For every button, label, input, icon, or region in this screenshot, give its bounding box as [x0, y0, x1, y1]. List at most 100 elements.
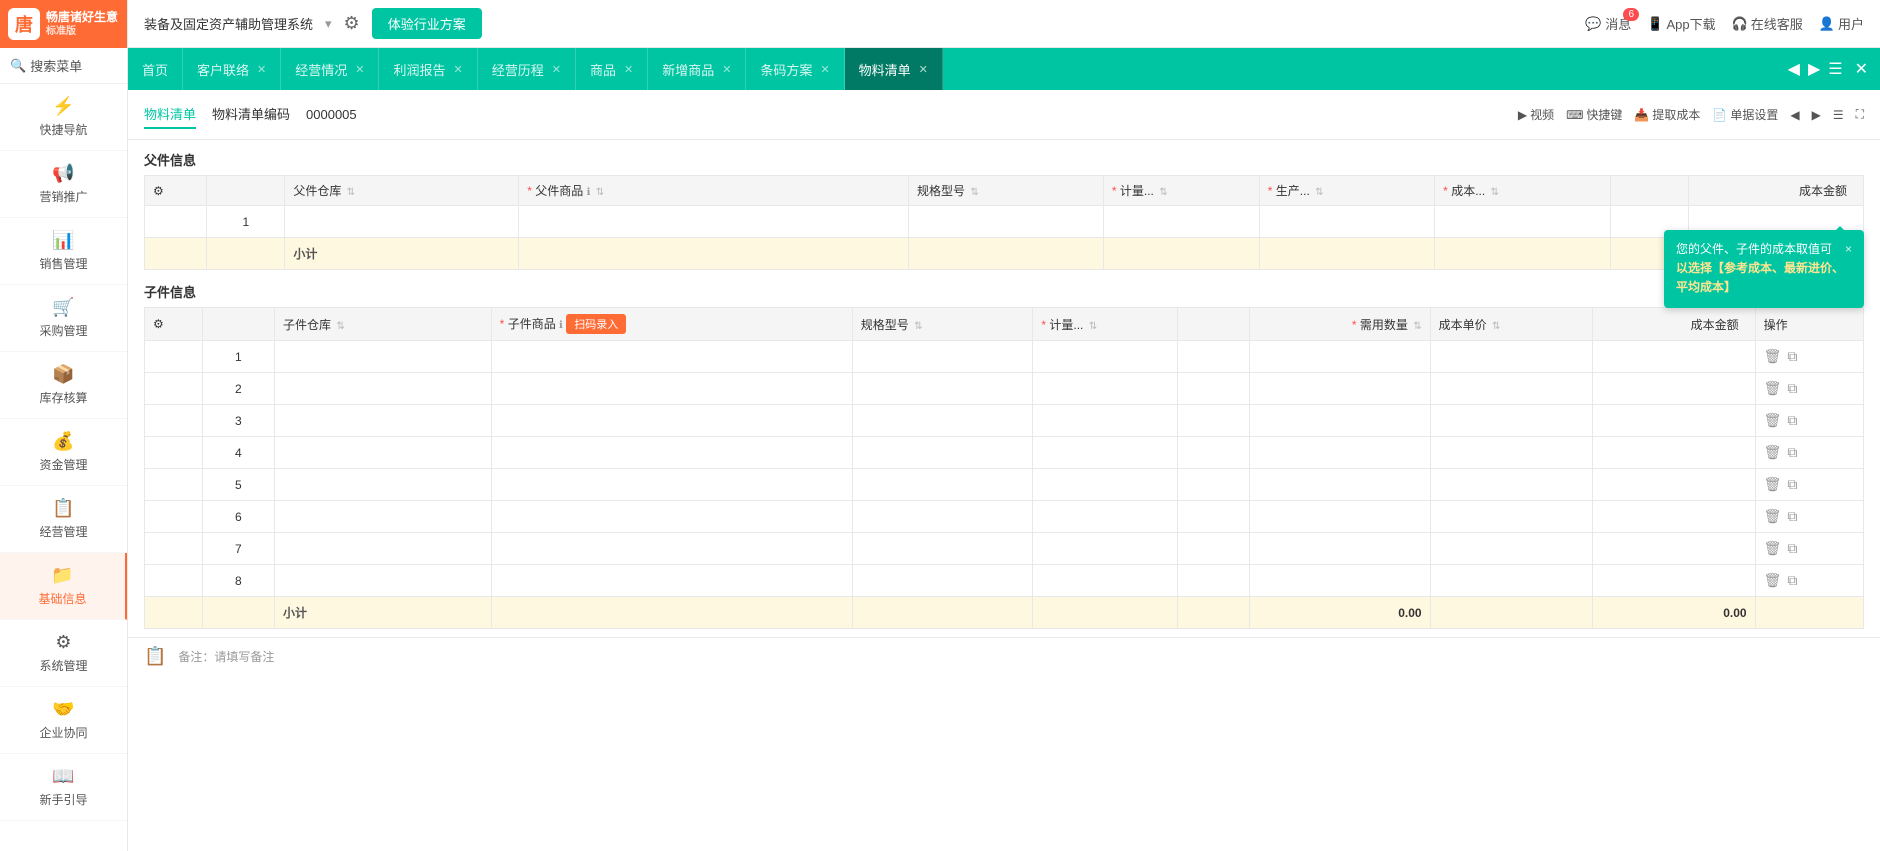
- child-row6-unit-price[interactable]: [1430, 501, 1593, 533]
- shortcut-btn[interactable]: ⌨ 快捷键: [1566, 106, 1622, 123]
- child-row1-unit-price[interactable]: [1430, 341, 1593, 373]
- tab-product[interactable]: 商品 ✕: [576, 48, 648, 90]
- child-row7-warehouse[interactable]: [275, 533, 492, 565]
- child-row5-product[interactable]: [491, 469, 852, 501]
- child-row8-spec[interactable]: [852, 565, 1033, 597]
- child-row3-copy-icon[interactable]: ⧉: [1787, 412, 1797, 429]
- child-row4-product[interactable]: [491, 437, 852, 469]
- child-row7-unit-price[interactable]: [1430, 533, 1593, 565]
- tab-customer[interactable]: 客户联络 ✕: [183, 48, 281, 90]
- child-row1-copy-icon[interactable]: ⧉: [1787, 348, 1797, 365]
- child-row5-delete-icon[interactable]: 🗑: [1764, 476, 1782, 493]
- child-row1-qty[interactable]: [1250, 341, 1431, 373]
- sidebar-item-management[interactable]: 📋 经营管理: [0, 486, 127, 553]
- child-row4-copy-icon[interactable]: ⧉: [1787, 444, 1797, 461]
- fullscreen-btn[interactable]: ⛶: [1856, 107, 1864, 122]
- child-row5-qty[interactable]: [1250, 469, 1431, 501]
- child-row6-spec[interactable]: [852, 501, 1033, 533]
- child-row4-unit[interactable]: [1033, 437, 1177, 469]
- tab-customer-close[interactable]: ✕: [257, 63, 266, 76]
- sidebar-item-purchase[interactable]: 🛒 采购管理: [0, 285, 127, 352]
- tab-bom[interactable]: 物料清单 ✕: [845, 48, 943, 90]
- sidebar-item-finance[interactable]: 💰 资金管理: [0, 419, 127, 486]
- user-avatar[interactable]: 👤 用户: [1819, 14, 1864, 33]
- child-row2-copy-icon[interactable]: ⧉: [1787, 380, 1797, 397]
- child-row8-copy-icon[interactable]: ⧉: [1787, 572, 1797, 589]
- tab-new-product-close[interactable]: ✕: [722, 63, 731, 76]
- child-row2-qty[interactable]: [1250, 373, 1431, 405]
- child-row7-qty[interactable]: [1250, 533, 1431, 565]
- sidebar-item-marketing[interactable]: 📢 营销推广: [0, 151, 127, 218]
- tab-operation[interactable]: 经营情况 ✕: [281, 48, 379, 90]
- scan-input-btn[interactable]: 扫码录入: [566, 314, 626, 334]
- child-row2-product[interactable]: [491, 373, 852, 405]
- parent-row1-cost-price[interactable]: [1435, 206, 1610, 238]
- tab-prev-icon[interactable]: ◀: [1784, 59, 1804, 79]
- child-row8-unit[interactable]: [1033, 565, 1177, 597]
- tab-home[interactable]: 首页: [128, 48, 183, 90]
- child-row7-unit[interactable]: [1033, 533, 1177, 565]
- child-unit-sort[interactable]: ⇅: [1089, 321, 1097, 332]
- child-row4-unit-price[interactable]: [1430, 437, 1593, 469]
- child-row8-unit-price[interactable]: [1430, 565, 1593, 597]
- sidebar-item-inventory[interactable]: 📦 库存核算: [0, 352, 127, 419]
- sidebar-item-basic-info[interactable]: 📁 基础信息: [0, 553, 127, 620]
- parent-unit-sort[interactable]: ⇅: [1159, 187, 1167, 198]
- tab-next-icon[interactable]: ▶: [1804, 59, 1824, 79]
- settings-icon[interactable]: ⚙: [344, 13, 360, 34]
- child-row8-delete-icon[interactable]: 🗑: [1764, 572, 1782, 589]
- child-row4-spec[interactable]: [852, 437, 1033, 469]
- child-row3-delete-icon[interactable]: 🗑: [1764, 412, 1782, 429]
- tab-history-close[interactable]: ✕: [552, 63, 561, 76]
- tab-barcode[interactable]: 条码方案 ✕: [746, 48, 844, 90]
- child-row7-spec[interactable]: [852, 533, 1033, 565]
- child-row3-unit[interactable]: [1033, 405, 1177, 437]
- tab-barcode-close[interactable]: ✕: [820, 63, 829, 76]
- tab-bom-close[interactable]: ✕: [919, 63, 928, 76]
- child-row8-product[interactable]: [491, 565, 852, 597]
- parent-warehouse-sort[interactable]: ⇅: [347, 187, 355, 198]
- child-row6-warehouse[interactable]: [275, 501, 492, 533]
- child-col-gear[interactable]: ⚙: [145, 308, 203, 341]
- parent-production-sort[interactable]: ⇅: [1315, 187, 1323, 198]
- parent-product-sort[interactable]: ⇅: [596, 187, 604, 198]
- child-row2-delete-icon[interactable]: 🗑: [1764, 380, 1782, 397]
- search-menu-item[interactable]: 🔍 搜索菜单: [0, 48, 127, 84]
- parent-row1-unit[interactable]: [1103, 206, 1259, 238]
- parent-row1-spec[interactable]: [908, 206, 1103, 238]
- child-qty-sort[interactable]: ⇅: [1413, 321, 1421, 332]
- sidebar-item-system[interactable]: ⚙ 系统管理: [0, 620, 127, 687]
- child-row6-copy-icon[interactable]: ⧉: [1787, 508, 1797, 525]
- child-row5-unit-price[interactable]: [1430, 469, 1593, 501]
- child-spec-sort[interactable]: ⇅: [914, 321, 922, 332]
- child-row3-unit-price[interactable]: [1430, 405, 1593, 437]
- app-download-link[interactable]: 📱 App下载: [1647, 14, 1715, 33]
- tab-operation-close[interactable]: ✕: [355, 63, 364, 76]
- child-row5-warehouse[interactable]: [275, 469, 492, 501]
- sub-tab-bom[interactable]: 物料清单: [144, 100, 196, 129]
- child-row8-qty[interactable]: [1250, 565, 1431, 597]
- child-row6-qty[interactable]: [1250, 501, 1431, 533]
- child-row2-spec[interactable]: [852, 373, 1033, 405]
- sub-tab-bom-code[interactable]: 物料清单编码: [212, 100, 290, 129]
- parent-spec-sort[interactable]: ⇅: [970, 187, 978, 198]
- parent-row1-production[interactable]: [1259, 206, 1434, 238]
- parent-row1-warehouse[interactable]: [285, 206, 519, 238]
- child-row1-product[interactable]: [491, 341, 852, 373]
- experience-btn[interactable]: 体验行业方案: [372, 8, 482, 39]
- nav-prev-btn[interactable]: ◀: [1790, 108, 1799, 122]
- child-row1-spec[interactable]: [852, 341, 1033, 373]
- child-row7-delete-icon[interactable]: 🗑: [1764, 540, 1782, 557]
- child-warehouse-sort[interactable]: ⇅: [336, 321, 344, 332]
- tab-history[interactable]: 经营历程 ✕: [478, 48, 576, 90]
- child-row5-copy-icon[interactable]: ⧉: [1787, 476, 1797, 493]
- child-row5-spec[interactable]: [852, 469, 1033, 501]
- expand-btn[interactable]: ☰: [1833, 108, 1844, 122]
- child-row1-delete-icon[interactable]: 🗑: [1764, 348, 1782, 365]
- view-btn[interactable]: ▶ 视频: [1518, 106, 1554, 123]
- child-row4-delete-icon[interactable]: 🗑: [1764, 444, 1782, 461]
- tab-product-close[interactable]: ✕: [624, 63, 633, 76]
- child-row5-unit[interactable]: [1033, 469, 1177, 501]
- child-row6-product[interactable]: [491, 501, 852, 533]
- sidebar-item-guide[interactable]: 📖 新手引导: [0, 754, 127, 821]
